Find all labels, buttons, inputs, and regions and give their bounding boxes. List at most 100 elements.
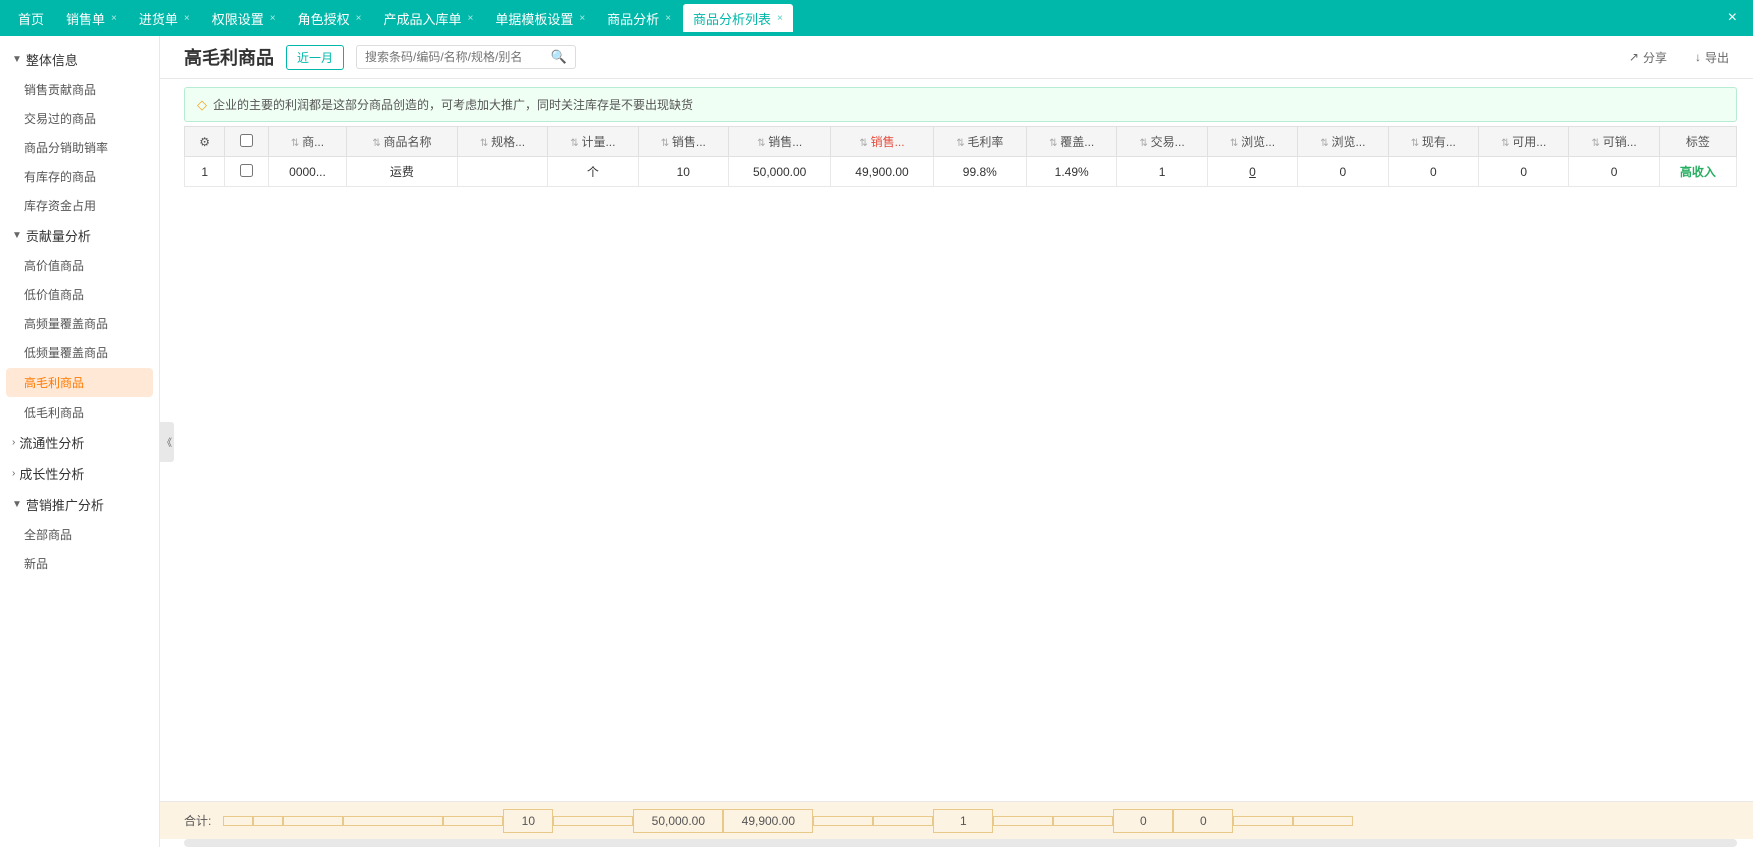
close-tab-permission[interactable]: × xyxy=(270,13,276,24)
sidebar-item-new-goods[interactable]: 新品 xyxy=(0,549,159,578)
sidebar-item-low-freq-coverage[interactable]: 低频量覆盖商品 xyxy=(0,338,159,367)
sidebar-collapse-button[interactable]: 《 xyxy=(160,422,174,462)
top-navigation: 首页 销售单 × 进货单 × 权限设置 × 角色授权 × 产成品入库单 × 单据… xyxy=(0,0,1753,36)
col-stock-current[interactable]: 现有... xyxy=(1388,127,1478,157)
select-all-checkbox[interactable] xyxy=(240,134,253,147)
search-input[interactable] xyxy=(365,50,545,64)
share-button[interactable]: ↗ 分享 xyxy=(1621,46,1675,69)
table-row: 1 0000... 运费 个 10 50,000.00 49,900.00 99… xyxy=(185,157,1737,187)
sidebar-group-marketing[interactable]: ▼ 营销推广分析 xyxy=(0,489,159,520)
collapse-circulation-icon: › xyxy=(12,437,15,448)
footer-col-gross xyxy=(813,816,873,826)
sidebar: ▼ 整体信息 销售贡献商品 交易过的商品 商品分销助销率 有库存的商品 库存资金… xyxy=(0,36,160,847)
sidebar-item-high-value[interactable]: 高价值商品 xyxy=(0,251,159,280)
col-sales-amount[interactable]: 销售... xyxy=(729,127,831,157)
sidebar-item-distribution-rate[interactable]: 商品分销助销率 xyxy=(0,133,159,162)
col-browse2[interactable]: 浏览... xyxy=(1298,127,1388,157)
sidebar-group-circulation[interactable]: › 流通性分析 xyxy=(0,427,159,458)
tab-role[interactable]: 角色授权 × xyxy=(288,4,372,32)
footer-col-saleable xyxy=(1233,816,1293,826)
horizontal-scrollbar[interactable] xyxy=(184,839,1737,847)
cell-browse1[interactable]: 0 xyxy=(1207,157,1297,187)
close-tab-sales-order[interactable]: × xyxy=(111,13,117,24)
tab-template[interactable]: 单据模板设置 × xyxy=(485,4,595,32)
col-trade-count[interactable]: 交易... xyxy=(1117,127,1207,157)
cell-tag: 高收入 xyxy=(1659,157,1736,187)
period-button[interactable]: 近一月 xyxy=(286,45,344,70)
collapse-marketing-icon: ▼ xyxy=(12,499,22,510)
cell-index: 1 xyxy=(185,157,225,187)
cell-trade-count: 1 xyxy=(1117,157,1207,187)
close-tab-template[interactable]: × xyxy=(579,13,585,24)
main-layout: ▼ 整体信息 销售贡献商品 交易过的商品 商品分销助销率 有库存的商品 库存资金… xyxy=(0,36,1753,847)
tab-home[interactable]: 首页 xyxy=(8,4,54,32)
col-code[interactable]: 商... xyxy=(268,127,346,157)
col-spec[interactable]: 规格... xyxy=(457,127,547,157)
search-box: 🔍 xyxy=(356,45,576,69)
content-area: 《 高毛利商品 近一月 🔍 ↗ 分享 ↓ 导出 ◇ 企业的主要的利润都是这部分商… xyxy=(160,36,1753,847)
tab-product-analysis-list[interactable]: 商品分析列表 × xyxy=(683,4,793,32)
cell-checkbox[interactable] xyxy=(225,157,269,187)
footer-col-trade: 1 xyxy=(933,809,993,833)
sidebar-item-traded-goods[interactable]: 交易过的商品 xyxy=(0,104,159,133)
col-unit[interactable]: 计量... xyxy=(548,127,638,157)
sidebar-item-inventory-capital[interactable]: 库存资金占用 xyxy=(0,191,159,220)
sidebar-group-overall[interactable]: ▼ 整体信息 xyxy=(0,44,159,75)
sidebar-group-contribution[interactable]: ▼ 贡献量分析 xyxy=(0,220,159,251)
cell-sales-qty: 10 xyxy=(638,157,728,187)
col-sales-profit[interactable]: 销售... xyxy=(831,127,933,157)
cell-stock-saleable: 0 xyxy=(1569,157,1659,187)
page-title: 高毛利商品 xyxy=(184,44,274,70)
search-icon[interactable]: 🔍 xyxy=(551,49,567,65)
tab-product-analysis[interactable]: 商品分析 × xyxy=(597,4,681,32)
footer-col-code xyxy=(283,816,343,826)
close-tab-role[interactable]: × xyxy=(356,13,362,24)
sidebar-group-growth[interactable]: › 成长性分析 xyxy=(0,458,159,489)
info-banner: ◇ 企业的主要的利润都是这部分商品创造的，可考虑加大推广，同时关注库存是不要出现… xyxy=(184,87,1737,122)
info-icon: ◇ xyxy=(197,97,207,113)
share-icon: ↗ xyxy=(1629,50,1639,64)
collapse-contribution-icon: ▼ xyxy=(12,230,22,241)
collapse-overall-icon: ▼ xyxy=(12,54,22,65)
footer-col-amount: 50,000.00 xyxy=(633,809,723,833)
close-tab-purchase[interactable]: × xyxy=(184,13,190,24)
sidebar-item-high-margin[interactable]: 高毛利商品 xyxy=(6,368,153,397)
col-sales-qty[interactable]: 销售... xyxy=(638,127,728,157)
tab-purchase-order[interactable]: 进货单 × xyxy=(129,4,200,32)
col-stock-saleable[interactable]: 可销... xyxy=(1569,127,1659,157)
col-gross-rate[interactable]: 毛利率 xyxy=(933,127,1026,157)
content-header: 高毛利商品 近一月 🔍 ↗ 分享 ↓ 导出 xyxy=(160,36,1753,79)
footer-col-index xyxy=(223,816,253,826)
footer-col-current: 0 xyxy=(1113,809,1173,833)
footer-label: 合计: xyxy=(184,812,211,829)
close-tab-product-analysis-list[interactable]: × xyxy=(777,13,783,24)
footer-col-cov xyxy=(873,816,933,826)
tab-permission[interactable]: 权限设置 × xyxy=(202,4,286,32)
sidebar-item-high-freq-coverage[interactable]: 高频量覆盖商品 xyxy=(0,309,159,338)
row-checkbox[interactable] xyxy=(240,164,253,177)
window-close-button[interactable]: × xyxy=(1720,9,1745,27)
col-coverage[interactable]: 覆盖... xyxy=(1026,127,1116,157)
cell-browse2: 0 xyxy=(1298,157,1388,187)
export-button[interactable]: ↓ 导出 xyxy=(1687,46,1737,69)
col-browse1[interactable]: 浏览... xyxy=(1207,127,1297,157)
col-settings[interactable]: ⚙ xyxy=(185,127,225,157)
tab-finished-goods[interactable]: 产成品入库单 × xyxy=(373,4,483,32)
col-name[interactable]: 商品名称 xyxy=(347,127,458,157)
sidebar-item-in-stock[interactable]: 有库存的商品 xyxy=(0,162,159,191)
footer-bar: 合计: 10 50,000.00 49,900.00 1 0 0 xyxy=(160,801,1753,839)
sidebar-item-low-margin[interactable]: 低毛利商品 xyxy=(0,398,159,427)
footer-col-profit: 49,900.00 xyxy=(723,809,813,833)
cell-sales-amount: 50,000.00 xyxy=(729,157,831,187)
col-checkbox[interactable] xyxy=(225,127,269,157)
cell-spec xyxy=(457,157,547,187)
sidebar-item-low-value[interactable]: 低价值商品 xyxy=(0,280,159,309)
tab-sales-order[interactable]: 销售单 × xyxy=(56,4,127,32)
sidebar-item-all-goods[interactable]: 全部商品 xyxy=(0,520,159,549)
col-tag[interactable]: 标签 xyxy=(1659,127,1736,157)
close-tab-product-analysis[interactable]: × xyxy=(665,13,671,24)
cell-name: 运费 xyxy=(347,157,458,187)
col-stock-available[interactable]: 可用... xyxy=(1479,127,1569,157)
close-tab-finished-goods[interactable]: × xyxy=(467,13,473,24)
sidebar-item-sales-contribution[interactable]: 销售贡献商品 xyxy=(0,75,159,104)
